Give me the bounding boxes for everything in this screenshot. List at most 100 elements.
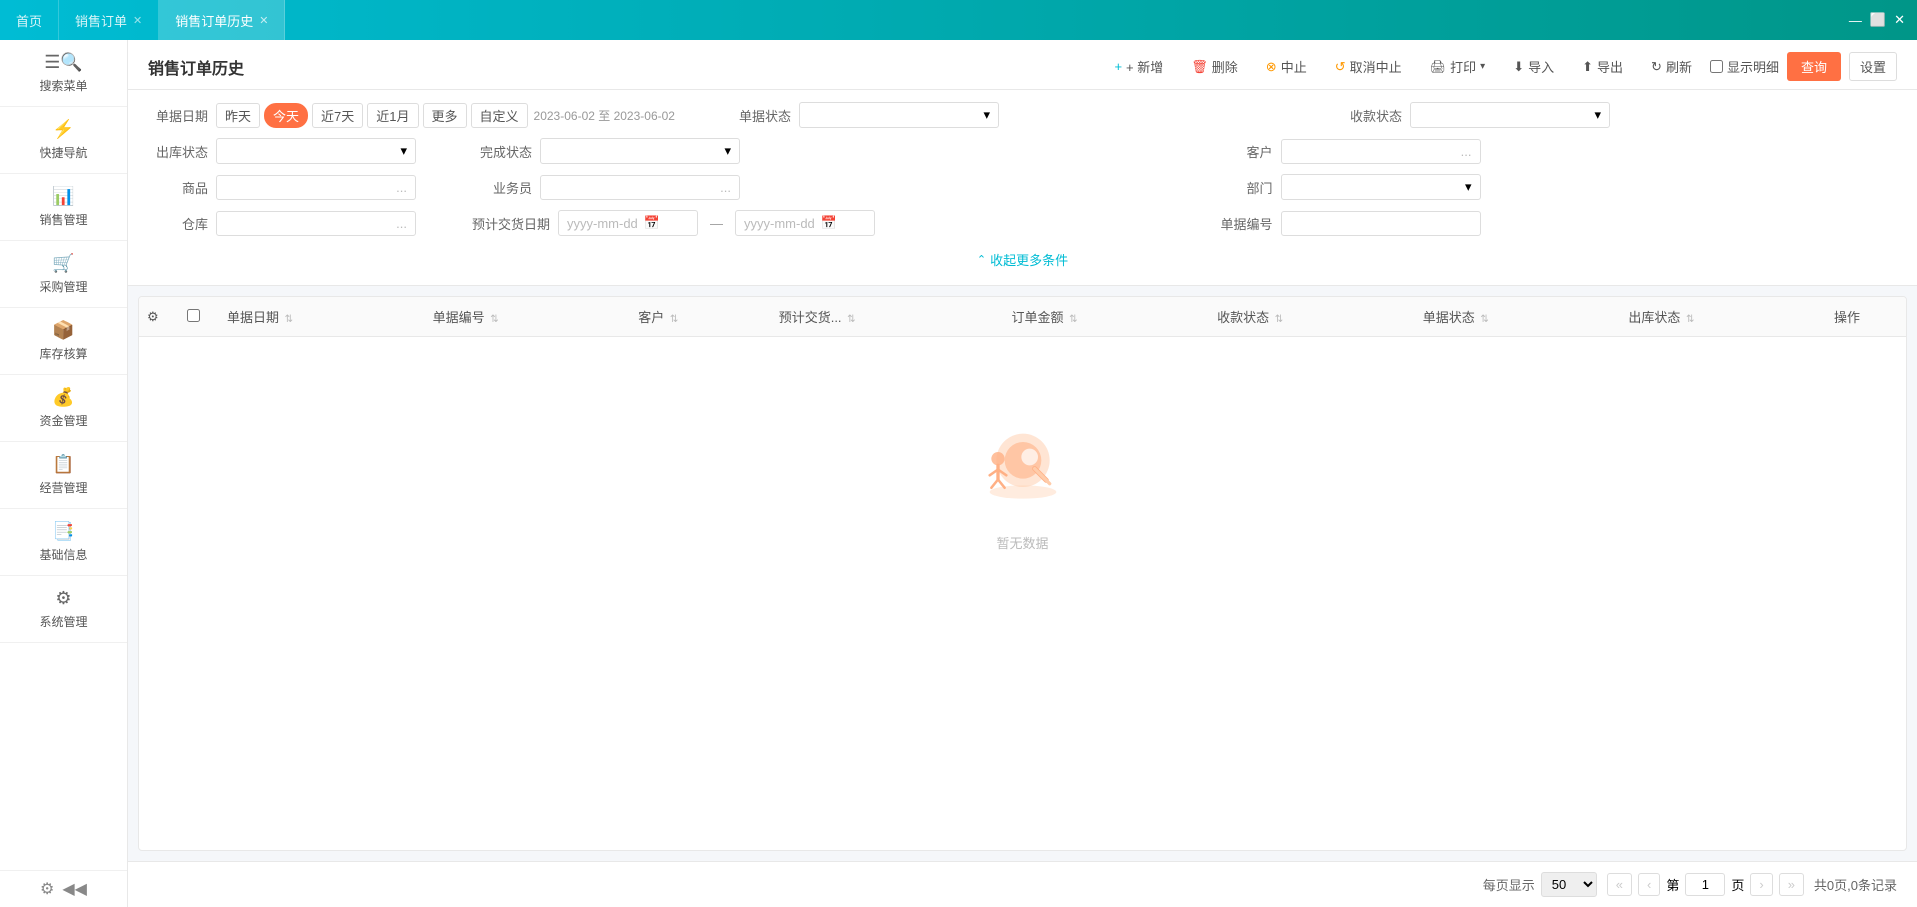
complete-status-select[interactable]: ▾ [540,138,740,164]
cancel-stop-button[interactable]: ↺ 取消中止 [1325,53,1412,80]
empty-state-row: 暂无数据 [139,337,1906,633]
tab-sales-order[interactable]: 销售订单 ✕ [59,0,159,40]
department-select[interactable]: ▾ [1281,174,1481,200]
new-button[interactable]: + + 新增 [1104,53,1173,80]
display-detail-checkbox-group: 显示明细 [1710,57,1779,76]
display-detail-label: 显示明细 [1727,57,1779,76]
col-voucher-status[interactable]: 单据状态 ⇅ [1415,297,1621,337]
sidebar-settings-btn[interactable]: ⚙ [40,879,54,899]
customer-input[interactable]: ... [1281,139,1481,164]
import-button[interactable]: ⬇ 导入 [1503,53,1564,80]
settings-button[interactable]: 设置 [1849,52,1897,81]
stop-button[interactable]: ⊗ 中止 [1256,53,1317,80]
tab-sales-order-close[interactable]: ✕ [133,14,142,27]
expected-delivery-label: 预计交货日期 [472,214,550,233]
col-outbound-status[interactable]: 出库状态 ⇅ [1620,297,1826,337]
voucher-status-select[interactable]: ▾ [799,102,999,128]
goods-label: 商品 [148,178,208,197]
col-customer[interactable]: 客户 ⇅ [630,297,770,337]
minimize-icon[interactable]: — [1849,13,1862,28]
col-voucher-date[interactable]: 单据日期 ⇅ [219,297,425,337]
start-calendar-icon: 📅 [644,215,660,231]
salesperson-label: 业务员 [472,178,532,197]
date-separator: — [710,216,723,231]
col-expected-delivery[interactable]: 预计交货... ⇅ [771,297,1004,337]
page-size-select[interactable]: 50 10 20 100 [1541,872,1597,897]
sort-icon-outbound-status: ⇅ [1686,314,1694,325]
voucher-date-value: 昨天 今天 近7天 近1月 更多 [216,103,675,128]
sidebar-item-fund-mgmt[interactable]: 💰 资金管理 [0,375,127,442]
select-all-checkbox[interactable] [187,309,200,322]
date-btn-custom[interactable]: 自定义 [471,103,528,128]
query-button[interactable]: 查询 [1787,52,1841,81]
sidebar-item-sales-mgmt[interactable]: 📊 销售管理 [0,174,127,241]
receipt-status-label: 收款状态 [1342,106,1402,125]
date-btn-last7[interactable]: 近7天 [312,103,363,128]
date-btn-last1month[interactable]: 近1月 [367,103,418,128]
first-page-btn[interactable]: « [1607,873,1632,896]
maximize-icon[interactable]: ⬜ [1870,12,1886,28]
expected-delivery-group: 预计交货日期 yyyy-mm-dd 📅 — yyyy-mm-dd 📅 [472,210,1157,236]
export-button[interactable]: ⬆ 导出 [1572,53,1633,80]
sidebar-item-basic-info[interactable]: 📑 基础信息 [0,509,127,576]
customer-group: 客户 ... [1213,139,1898,164]
tab-home[interactable]: 首页 [0,0,59,40]
outbound-status-label: 出库状态 [148,142,208,161]
sidebar-item-purchase-mgmt[interactable]: 🛒 采购管理 [0,241,127,308]
last-page-btn[interactable]: » [1779,873,1804,896]
tab-sales-order-history[interactable]: 销售订单历史 ✕ [159,0,285,40]
col-order-amount[interactable]: 订单金额 ⇅ [1003,297,1209,337]
collapse-bar[interactable]: ⌃ 收起更多条件 [148,246,1897,273]
table-check-col [179,297,219,337]
goods-input[interactable]: ... [216,175,416,200]
tab-sales-order-history-close[interactable]: ✕ [259,14,268,27]
date-btn-today[interactable]: 今天 [264,103,308,128]
new-icon: + [1114,59,1122,74]
date-btn-yesterday[interactable]: 昨天 [216,103,260,128]
expected-delivery-end[interactable]: yyyy-mm-dd 📅 [735,210,875,236]
close-icon[interactable]: ✕ [1894,12,1905,28]
inventory-calc-icon: 📦 [52,320,74,341]
warehouse-input[interactable]: ... [216,211,416,236]
sidebar-item-sys-mgmt[interactable]: ⚙ 系统管理 [0,576,127,643]
voucher-number-input[interactable] [1281,211,1481,236]
filter-row-4: 仓库 ... 预计交货日期 yyyy-mm-dd 📅 — yyyy-mm-dd … [148,210,1897,236]
sidebar-collapse-btn[interactable]: ◀◀ [62,879,87,899]
delete-button[interactable]: 🗑 删除 [1181,53,1248,80]
voucher-status-label: 单据状态 [731,106,791,125]
table-settings-col[interactable]: ⚙ [139,297,179,337]
print-button[interactable]: 🖨 打印 ▾ [1420,53,1496,80]
refresh-button[interactable]: ↻ 刷新 [1641,53,1702,80]
last-page-icon: » [1788,877,1795,892]
expected-delivery-start[interactable]: yyyy-mm-dd 📅 [558,210,698,236]
next-page-btn[interactable]: › [1750,873,1772,896]
salesperson-input[interactable]: ... [540,175,740,200]
sidebar-item-inventory-calc[interactable]: 📦 库存核算 [0,308,127,375]
pagination-nav: « ‹ 第 页 › » [1607,873,1804,896]
date-btn-more[interactable]: 更多 [423,103,467,128]
sort-icon-receipt-status: ⇅ [1275,314,1283,325]
main-layout: ☰🔍 搜索菜单 ⚡ 快捷导航 📊 销售管理 🛒 采购管理 📦 库存核算 💰 资金… [0,40,1917,907]
col-voucher-date-label: 单据日期 [227,310,279,325]
outbound-status-select[interactable]: ▾ [216,138,416,164]
page-suffix: 页 [1731,875,1744,894]
col-receipt-status[interactable]: 收款状态 ⇅ [1209,297,1415,337]
department-group: 部门 ▾ [1213,174,1898,200]
settings-label: 设置 [1860,57,1886,76]
prev-page-btn[interactable]: ‹ [1638,873,1660,896]
goods-group: 商品 ... [148,175,416,200]
sidebar-item-search-menu[interactable]: ☰🔍 搜索菜单 [0,40,127,107]
delete-label: 删除 [1212,57,1238,76]
page-input[interactable] [1685,873,1725,896]
new-label: + 新增 [1126,57,1163,76]
sidebar-item-quick-nav[interactable]: ⚡ 快捷导航 [0,107,127,174]
total-info: 共0页,0条记录 [1814,875,1897,894]
sidebar-item-ops-mgmt[interactable]: 📋 经营管理 [0,442,127,509]
voucher-status-dropdown-icon: ▾ [983,107,990,123]
next-page-icon: › [1759,877,1763,892]
receipt-status-dropdown-icon: ▾ [1594,107,1601,123]
receipt-status-select[interactable]: ▾ [1410,102,1610,128]
display-detail-checkbox[interactable] [1710,60,1723,73]
filter-row-3: 商品 ... 业务员 ... 部门 ▾ [148,174,1897,200]
col-voucher-number[interactable]: 单据编号 ⇅ [425,297,631,337]
